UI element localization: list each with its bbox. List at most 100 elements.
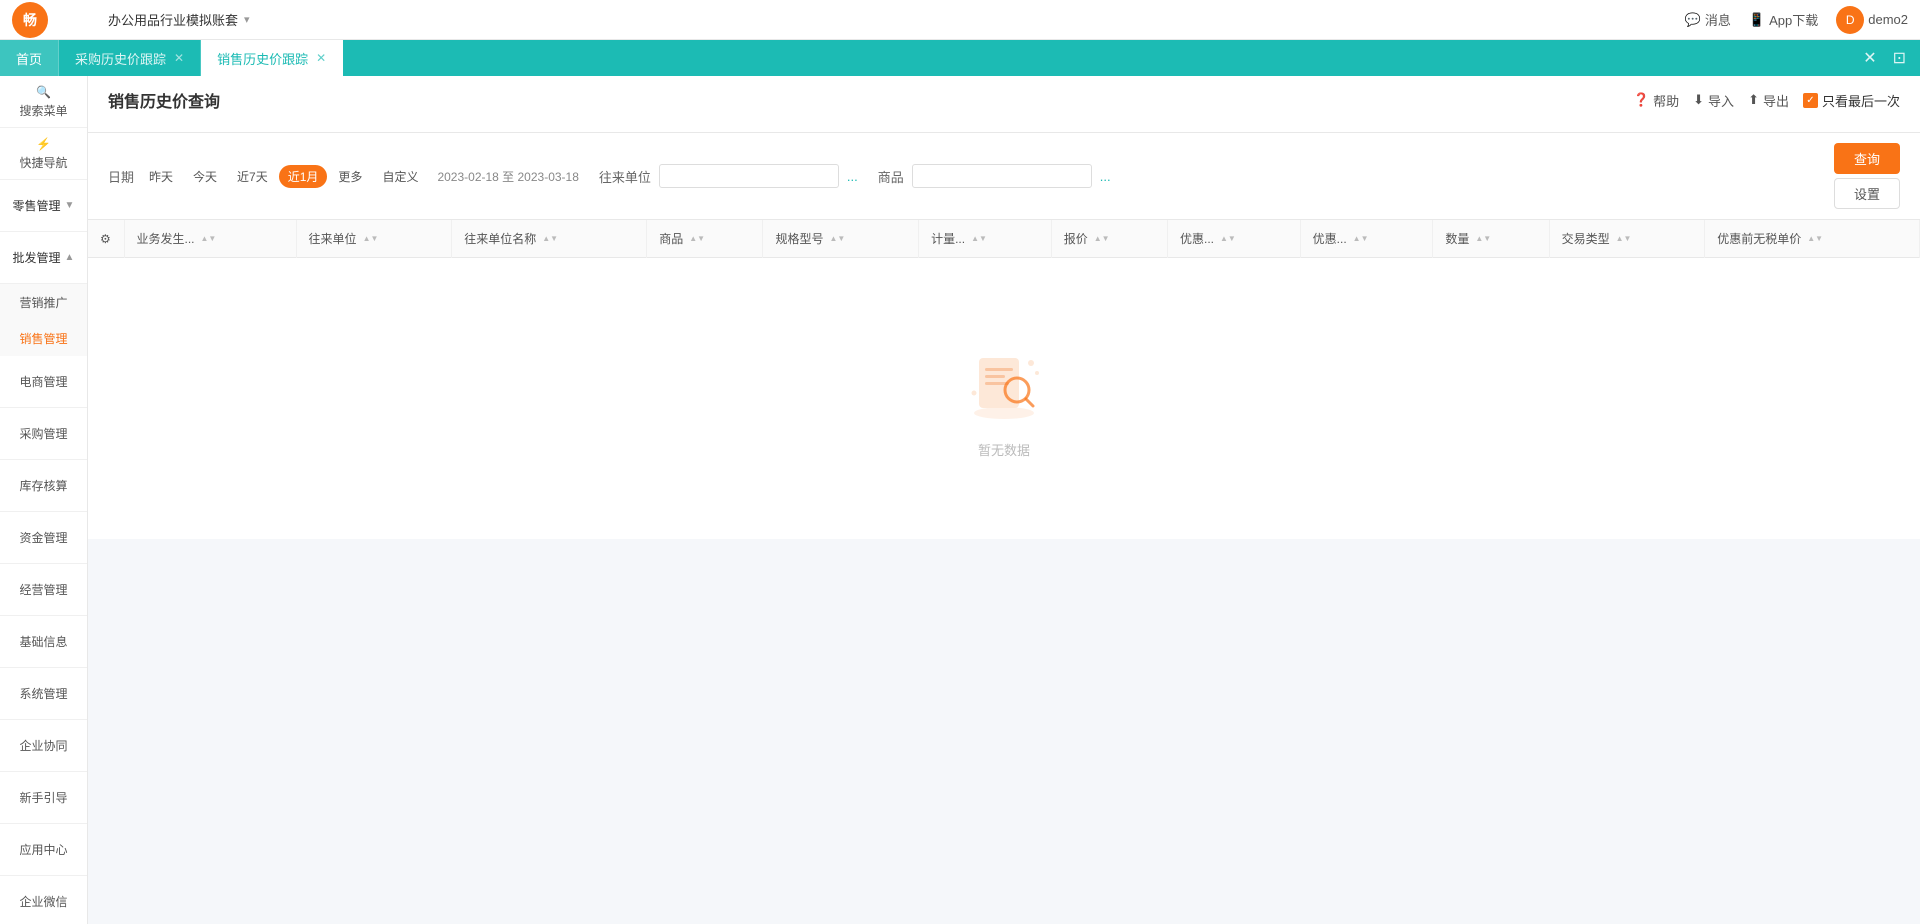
sidebar-item-search-menu[interactable]: 🔍 搜索菜单: [0, 76, 87, 128]
col-pre-tax-price[interactable]: 优惠前无税单价 ▲▼: [1705, 220, 1920, 258]
sidebar-item-system[interactable]: 系统管理: [0, 668, 87, 720]
sidebar-item-marketing[interactable]: 营销推广: [0, 284, 87, 320]
page-title-row: 销售历史价查询 ❓ 帮助 ⬇ 导入 ⬆ 导出: [108, 88, 1900, 112]
tab-spacer: [343, 40, 1849, 76]
message-btn[interactable]: 💬 消息: [1685, 10, 1731, 29]
empty-state: 暂无数据: [88, 258, 1920, 539]
tab-restore-window-btn[interactable]: ⊡: [1889, 46, 1910, 70]
date-btn-last7[interactable]: 近7天: [228, 165, 277, 188]
sidebar-item-app-center[interactable]: 应用中心: [0, 824, 87, 876]
col-partner-name[interactable]: 往来单位名称 ▲▼: [452, 220, 647, 258]
content-area: 销售历史价查询 ❓ 帮助 ⬇ 导入 ⬆ 导出: [88, 76, 1920, 924]
sidebar-item-wholesale-mgmt[interactable]: 批发管理 ▲: [0, 232, 87, 284]
partner-input[interactable]: [659, 164, 839, 188]
search-menu-icon: 🔍: [36, 85, 51, 99]
svg-text:畅: 畅: [23, 12, 37, 28]
empty-state-text: 暂无数据: [978, 440, 1030, 459]
empty-state-icon: [959, 338, 1049, 428]
sidebar-item-inventory[interactable]: 库存核算: [0, 460, 87, 512]
sort-trade-type: ▲▼: [1616, 235, 1632, 243]
page-header: 销售历史价查询 ❓ 帮助 ⬇ 导入 ⬆ 导出: [88, 76, 1920, 133]
logo-area: 畅: [12, 2, 100, 38]
date-btn-today[interactable]: 今天: [184, 165, 226, 188]
export-action[interactable]: ⬆ 导出: [1748, 91, 1789, 110]
product-filter-label: 商品: [878, 167, 904, 186]
top-header: 畅 办公用品行业模拟账套 ▾ 💬 消息 📱 App下载 D demo2: [0, 0, 1920, 40]
table-container: ⚙ 业务发生... ▲▼ 往来单位: [88, 220, 1920, 539]
date-btn-more[interactable]: 更多: [329, 165, 371, 188]
sidebar-item-ecommerce[interactable]: 电商管理: [0, 356, 87, 408]
sidebar-item-quick-nav[interactable]: ⚡ 快捷导航: [0, 128, 87, 180]
tab-purchase-history[interactable]: 采购历史价跟踪 ✕: [59, 40, 201, 76]
date-filter-label: 日期: [108, 167, 134, 186]
product-ellipsis[interactable]: ...: [1100, 169, 1111, 184]
partner-ellipsis[interactable]: ...: [847, 169, 858, 184]
quick-nav-icon: ⚡: [36, 137, 51, 151]
top-right-actions: 💬 消息 📱 App下载 D demo2: [1685, 6, 1908, 34]
sidebar-item-finance[interactable]: 资金管理: [0, 512, 87, 564]
sidebar-item-purchase[interactable]: 采购管理: [0, 408, 87, 460]
sidebar-item-basic-info[interactable]: 基础信息: [0, 616, 87, 668]
app-selector[interactable]: 办公用品行业模拟账套 ▾: [100, 10, 1685, 29]
retail-mgmt-expand-icon: ▼: [65, 200, 75, 211]
tab-home[interactable]: 首页: [0, 40, 59, 76]
sidebar: 🔍 搜索菜单 ⚡ 快捷导航 零售管理 ▼ 批发管理 ▲ 营销推广 销售管理 电商…: [0, 76, 88, 924]
app-download-icon: 📱: [1749, 12, 1765, 28]
sidebar-item-retail-mgmt[interactable]: 零售管理 ▼: [0, 180, 87, 232]
date-btn-yesterday[interactable]: 昨天: [140, 165, 182, 188]
col-gear[interactable]: ⚙: [88, 220, 124, 258]
settings-button[interactable]: 设置: [1834, 178, 1900, 209]
help-action[interactable]: ❓ 帮助: [1633, 91, 1679, 110]
message-icon: 💬: [1685, 12, 1701, 28]
col-trade-type[interactable]: 交易类型 ▲▼: [1549, 220, 1705, 258]
last-only-checkbox[interactable]: ✓ 只看最后一次: [1803, 91, 1900, 110]
sidebar-item-new-guide[interactable]: 新手引导: [0, 772, 87, 824]
col-product[interactable]: 商品 ▲▼: [647, 220, 763, 258]
import-action[interactable]: ⬇ 导入: [1693, 91, 1734, 110]
sidebar-item-enterprise-wechat[interactable]: 企业微信: [0, 876, 87, 924]
app-download-btn[interactable]: 📱 App下载: [1749, 10, 1818, 29]
tab-purchase-history-close[interactable]: ✕: [174, 51, 184, 65]
sort-partner-code: ▲▼: [363, 235, 379, 243]
col-discount1[interactable]: 优惠... ▲▼: [1168, 220, 1301, 258]
col-spec[interactable]: 规格型号 ▲▼: [763, 220, 919, 258]
checkbox-checked-icon: ✓: [1803, 93, 1818, 108]
query-button[interactable]: 查询: [1834, 143, 1900, 174]
partner-filter-label: 往来单位: [599, 167, 651, 186]
col-quantity[interactable]: 数量 ▲▼: [1433, 220, 1549, 258]
product-input[interactable]: [912, 164, 1092, 188]
export-icon: ⬆: [1748, 92, 1759, 108]
product-filter-group: 商品 ...: [878, 164, 1111, 188]
sort-discount2: ▲▼: [1353, 235, 1369, 243]
tab-sales-history[interactable]: 销售历史价跟踪 ✕: [201, 40, 343, 76]
tab-bar: 首页 采购历史价跟踪 ✕ 销售历史价跟踪 ✕ ✕ ⊡: [0, 40, 1920, 76]
col-discount2[interactable]: 优惠... ▲▼: [1300, 220, 1433, 258]
user-profile[interactable]: D demo2: [1836, 6, 1908, 34]
date-btn-1month[interactable]: 近1月: [279, 165, 328, 188]
sidebar-item-enterprise-cooperation[interactable]: 企业协同: [0, 720, 87, 772]
tab-sales-history-close[interactable]: ✕: [316, 51, 326, 65]
app-selector-chevron: ▾: [244, 13, 250, 26]
table-header-row: ⚙ 业务发生... ▲▼ 往来单位: [88, 220, 1920, 258]
col-partner-code[interactable]: 往来单位 ▲▼: [296, 220, 452, 258]
app-logo: 畅: [12, 2, 48, 38]
sort-price: ▲▼: [1094, 235, 1110, 243]
date-filter-group: 日期 昨天 今天 近7天 近1月 更多 自定义 2023-02-18 至 202…: [108, 165, 579, 188]
sidebar-item-sales-mgmt[interactable]: 销售管理: [0, 320, 87, 356]
data-table: ⚙ 业务发生... ▲▼ 往来单位: [88, 220, 1920, 258]
help-icon: ❓: [1633, 92, 1649, 108]
tab-window-actions: ✕ ⊡: [1849, 40, 1920, 76]
sort-biz-date: ▲▼: [201, 235, 217, 243]
main-layout: 🔍 搜索菜单 ⚡ 快捷导航 零售管理 ▼ 批发管理 ▲ 营销推广 销售管理 电商…: [0, 76, 1920, 924]
col-unit[interactable]: 计量... ▲▼: [919, 220, 1052, 258]
tab-close-window-btn[interactable]: ✕: [1859, 46, 1880, 70]
import-icon: ⬇: [1693, 92, 1704, 108]
col-price[interactable]: 报价 ▲▼: [1051, 220, 1167, 258]
col-biz-date[interactable]: 业务发生... ▲▼: [124, 220, 296, 258]
date-btn-custom[interactable]: 自定义: [373, 165, 427, 188]
date-options: 昨天 今天 近7天 近1月 更多 自定义: [140, 165, 427, 188]
app-name: 办公用品行业模拟账套: [108, 10, 238, 29]
wholesale-mgmt-expand-icon: ▲: [65, 252, 75, 263]
sort-pre-tax-price: ▲▼: [1807, 235, 1823, 243]
sidebar-item-operations[interactable]: 经营管理: [0, 564, 87, 616]
